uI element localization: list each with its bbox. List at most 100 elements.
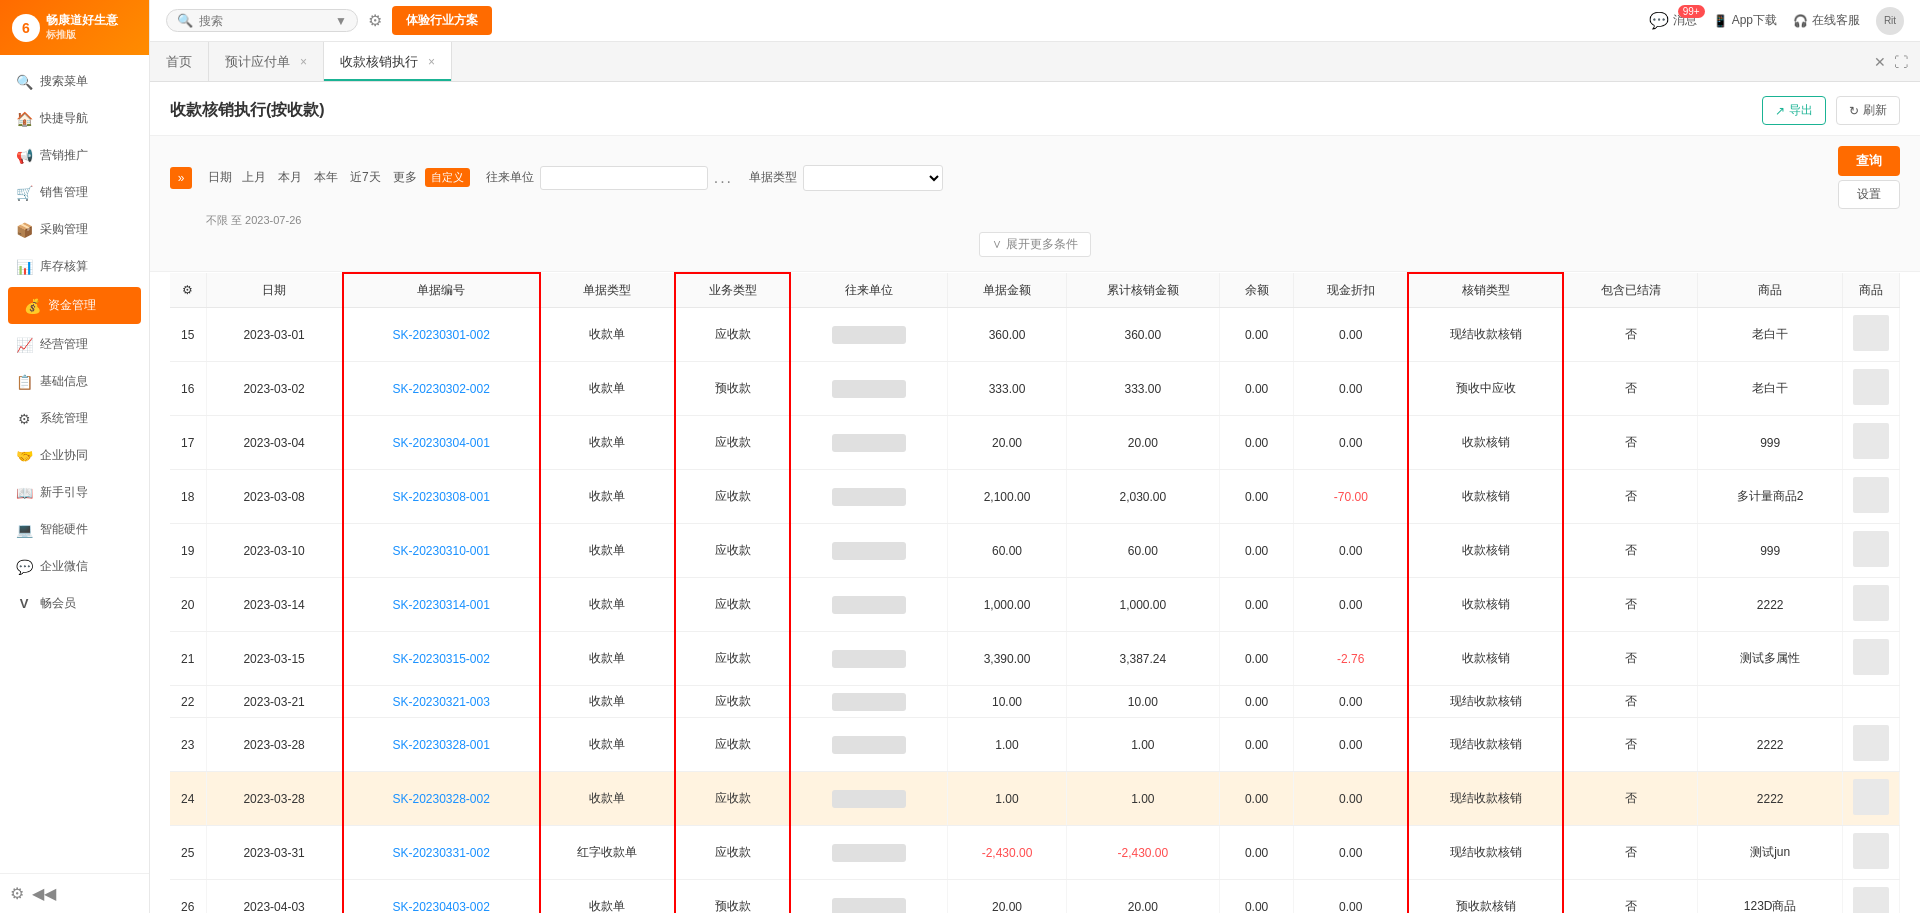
topbar-gear-icon[interactable]: ⚙ bbox=[368, 11, 382, 30]
cell-include-settled: 否 bbox=[1563, 416, 1697, 470]
tab-payable-close-icon[interactable]: × bbox=[300, 55, 307, 69]
cell-cum-amount: 360.00 bbox=[1066, 308, 1219, 362]
filter-expand-button[interactable]: » bbox=[170, 167, 192, 189]
cell-receipt-no: SK-20230403-002 bbox=[343, 880, 540, 914]
cell-verify-type: 收款核销 bbox=[1408, 578, 1563, 632]
filter-date-group: 日期 上月 本月 本年 近7天 更多 自定义 bbox=[208, 167, 470, 188]
tab-payable[interactable]: 预计应付单 × bbox=[209, 42, 324, 81]
sidebar-item-inventory[interactable]: 📊 库存核算 bbox=[0, 248, 149, 285]
cell-amount: 20.00 bbox=[948, 880, 1066, 914]
cell-biz-type: 预收款 bbox=[675, 362, 790, 416]
receipt-no-link[interactable]: SK-20230302-002 bbox=[392, 382, 489, 396]
sidebar-item-guide[interactable]: 📖 新手引导 bbox=[0, 474, 149, 511]
date-opt-this-year[interactable]: 本年 bbox=[310, 167, 342, 188]
sidebar-item-finance[interactable]: 💰 资金管理 bbox=[8, 287, 141, 324]
topbar-search-box[interactable]: 🔍 ▼ bbox=[166, 9, 358, 32]
tab-expand-icon[interactable]: ⛶ bbox=[1894, 54, 1908, 70]
cell-verify-type: 收款核销 bbox=[1408, 524, 1563, 578]
sidebar-item-purchase[interactable]: 📦 采购管理 bbox=[0, 211, 149, 248]
date-opt-last-month[interactable]: 上月 bbox=[238, 167, 270, 188]
cell-balance: 0.00 bbox=[1220, 718, 1294, 772]
cell-row-num: 20 bbox=[170, 578, 206, 632]
sidebar-item-enterprise[interactable]: 🤝 企业协同 bbox=[0, 437, 149, 474]
receipt-no-link[interactable]: SK-20230315-002 bbox=[392, 652, 489, 666]
sidebar-item-system[interactable]: ⚙ 系统管理 bbox=[0, 400, 149, 437]
cell-receipt-type: 收款单 bbox=[540, 470, 675, 524]
receipt-no-link[interactable]: SK-20230310-001 bbox=[392, 544, 489, 558]
cell-goods2 bbox=[1843, 718, 1900, 772]
sidebar-item-operations[interactable]: 📈 经营管理 bbox=[0, 326, 149, 363]
refresh-button[interactable]: ↻ 刷新 bbox=[1836, 96, 1900, 125]
receipt-no-link[interactable]: SK-20230328-002 bbox=[392, 792, 489, 806]
inventory-icon: 📊 bbox=[16, 259, 32, 275]
topbar-search-input[interactable] bbox=[199, 14, 329, 28]
refresh-icon: ↻ bbox=[1849, 104, 1859, 118]
setting-button[interactable]: 设置 bbox=[1838, 180, 1900, 209]
sidebar-label-purchase: 采购管理 bbox=[40, 221, 88, 238]
tab-home[interactable]: 首页 bbox=[150, 42, 209, 81]
date-custom-button[interactable]: 自定义 bbox=[425, 168, 470, 187]
table-row: 16 2023-03-02 SK-20230302-002 收款单 预收款 ██… bbox=[170, 362, 1900, 416]
notification-area[interactable]: 💬 消息 99+ bbox=[1649, 11, 1697, 30]
cell-amount: 2,100.00 bbox=[948, 470, 1066, 524]
receipt-no-link[interactable]: SK-20230308-001 bbox=[392, 490, 489, 504]
tab-collection-close-icon[interactable]: × bbox=[428, 55, 435, 69]
cell-goods2 bbox=[1843, 578, 1900, 632]
date-opt-7days[interactable]: 近7天 bbox=[346, 167, 385, 188]
sidebar-item-basic-info[interactable]: 📋 基础信息 bbox=[0, 363, 149, 400]
cell-receipt-type: 收款单 bbox=[540, 880, 675, 914]
sidebar-item-search[interactable]: 🔍 搜索菜单 bbox=[0, 63, 149, 100]
expand-more-button[interactable]: ∨ 展开更多条件 bbox=[979, 232, 1090, 257]
topbar-right: 💬 消息 99+ 📱 App下载 🎧 在线客服 Rit bbox=[1649, 7, 1904, 35]
sidebar-item-sales[interactable]: 🛒 销售管理 bbox=[0, 174, 149, 211]
receipt-no-link[interactable]: SK-20230301-002 bbox=[392, 328, 489, 342]
solution-button[interactable]: 体验行业方案 bbox=[392, 6, 492, 35]
receipt-no-link[interactable]: SK-20230403-002 bbox=[392, 900, 489, 914]
cell-receipt-no: SK-20230331-002 bbox=[343, 826, 540, 880]
receipt-no-link[interactable]: SK-20230321-003 bbox=[392, 695, 489, 709]
cell-biz-type: 应收款 bbox=[675, 470, 790, 524]
sidebar-item-hardware[interactable]: 💻 智能硬件 bbox=[0, 511, 149, 548]
th-cum-amount: 累计核销金额 bbox=[1066, 273, 1219, 308]
cell-goods bbox=[1698, 686, 1843, 718]
export-button[interactable]: ↗ 导出 bbox=[1762, 96, 1826, 125]
filter-expand-row: ∨ 展开更多条件 bbox=[170, 228, 1900, 261]
receipt-no-link[interactable]: SK-20230328-001 bbox=[392, 738, 489, 752]
online-service-area[interactable]: 🎧 在线客服 bbox=[1793, 12, 1860, 29]
home-icon: 🏠 bbox=[16, 111, 32, 127]
settings-bottom-icon[interactable]: ⚙ bbox=[10, 884, 24, 903]
receipt-type-select[interactable] bbox=[803, 165, 943, 191]
cell-include-settled: 否 bbox=[1563, 308, 1697, 362]
tab-close-all-icon[interactable]: ✕ bbox=[1874, 54, 1886, 70]
app-download-area[interactable]: 📱 App下载 bbox=[1713, 12, 1777, 29]
th-settings[interactable]: ⚙ bbox=[170, 273, 206, 308]
query-button[interactable]: 查询 bbox=[1838, 146, 1900, 176]
receipt-no-link[interactable]: SK-20230314-001 bbox=[392, 598, 489, 612]
receipt-no-link[interactable]: SK-20230331-002 bbox=[392, 846, 489, 860]
cell-cum-amount: 1,000.00 bbox=[1066, 578, 1219, 632]
user-avatar[interactable]: Rit bbox=[1876, 7, 1904, 35]
th-goods: 商品 bbox=[1698, 273, 1843, 308]
partner-input[interactable] bbox=[540, 166, 708, 190]
sidebar-item-marketing[interactable]: 📢 营销推广 bbox=[0, 137, 149, 174]
cell-verify-type: 预收中应收 bbox=[1408, 362, 1563, 416]
cell-date: 2023-03-01 bbox=[206, 308, 343, 362]
topbar-chevron-icon[interactable]: ▼ bbox=[335, 14, 347, 28]
collapse-icon[interactable]: ◀◀ bbox=[32, 884, 56, 903]
sidebar-label-wechat: 企业微信 bbox=[40, 558, 88, 575]
mobile-icon: 📱 bbox=[1713, 14, 1728, 28]
sidebar-item-member[interactable]: V 畅会员 bbox=[0, 585, 149, 622]
sidebar-item-wechat[interactable]: 💬 企业微信 bbox=[0, 548, 149, 585]
main-content: 🔍 ▼ ⚙ 体验行业方案 💬 消息 99+ 📱 App下载 🎧 在线客服 bbox=[150, 0, 1920, 913]
sidebar-item-quick-nav[interactable]: 🏠 快捷导航 bbox=[0, 100, 149, 137]
receipt-no-link[interactable]: SK-20230304-001 bbox=[392, 436, 489, 450]
tab-collection[interactable]: 收款核销执行 × bbox=[324, 42, 452, 81]
cell-cum-amount: 2,030.00 bbox=[1066, 470, 1219, 524]
date-opt-this-month[interactable]: 本月 bbox=[274, 167, 306, 188]
partner-dots[interactable]: ... bbox=[714, 169, 733, 187]
date-opt-more[interactable]: 更多 bbox=[389, 167, 421, 188]
sidebar-label-system: 系统管理 bbox=[40, 410, 88, 427]
page-title: 收款核销执行(按收款) bbox=[170, 100, 325, 121]
cell-goods2 bbox=[1843, 686, 1900, 718]
cell-amount: 10.00 bbox=[948, 686, 1066, 718]
